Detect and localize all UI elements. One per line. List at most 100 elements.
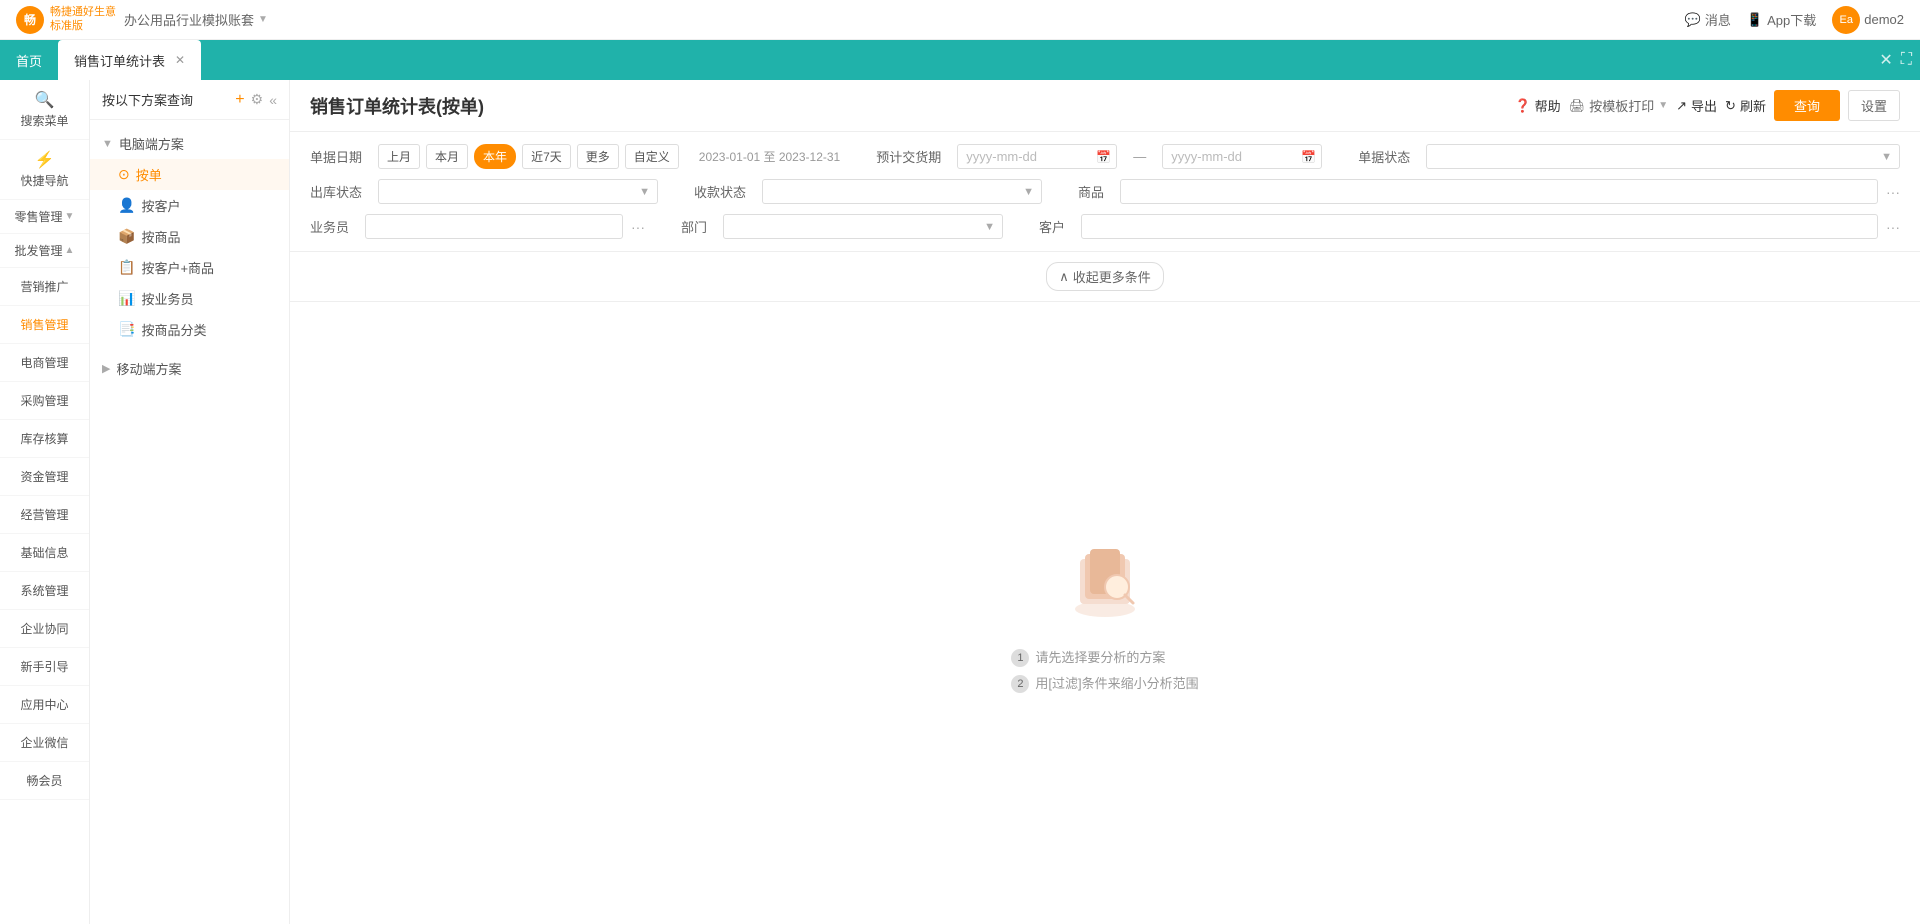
by-customer-product-icon: 📋 <box>118 259 135 276</box>
refresh-btn[interactable]: ↻ 刷新 <box>1725 96 1766 115</box>
template-print-btn[interactable]: 🖨 按模板打印 ▼ <box>1569 96 1668 115</box>
salesperson-label: 业务员 <box>310 217 349 236</box>
salesperson-more-icon[interactable]: ··· <box>631 219 645 235</box>
more-date-btn[interactable]: 更多 <box>577 144 619 169</box>
delivery-date-from: 📅 <box>957 144 1117 169</box>
sidebar-item-marketing[interactable]: 营销推广 <box>0 268 89 306</box>
scheme-by-customer[interactable]: 👤 按客户 <box>90 190 289 221</box>
scheme-by-salesperson[interactable]: 📊 按业务员 <box>90 283 289 314</box>
query-btn[interactable]: 查询 <box>1774 90 1840 121</box>
app-download-btn[interactable]: 📱 App下载 <box>1747 10 1816 29</box>
custom-date-btn[interactable]: 自定义 <box>625 144 679 169</box>
close-tab-btn[interactable]: ✕ <box>1879 50 1892 70</box>
by-product-category-icon: 📑 <box>118 321 135 338</box>
tab-sales-order-stat[interactable]: 销售订单统计表 ✕ <box>58 40 201 80</box>
payment-status-input[interactable] <box>762 179 1042 204</box>
last-month-btn[interactable]: 上月 <box>378 144 420 169</box>
top-bar-left: 畅 畅捷通好生意 标准版 办公用品行业模拟账套 ▼ <box>16 6 268 34</box>
by-product-icon: 📦 <box>118 228 135 245</box>
retail-arrow-icon: ▼ <box>65 211 75 222</box>
filter-row-2: 出库状态 ▼ 收款状态 ▼ 商品 ··· <box>310 179 1900 204</box>
setting-scheme-icon[interactable]: ⚙ <box>251 91 264 108</box>
delivery-status-label: 出库状态 <box>310 182 362 201</box>
salesperson-input[interactable] <box>365 214 623 239</box>
wholesale-arrow-icon: ▲ <box>65 245 75 256</box>
pc-scheme-arrow: ▼ <box>102 138 113 150</box>
sidebar-item-wholesale[interactable]: 批发管理 ▲ <box>0 234 89 268</box>
delivery-date-from-input[interactable] <box>957 144 1117 169</box>
department-label: 部门 <box>681 217 707 236</box>
doc-date-label: 单据日期 <box>310 147 362 166</box>
sidebar-item-enterprise-wechat[interactable]: 企业微信 <box>0 724 89 762</box>
user-avatar[interactable]: Ea demo2 <box>1832 6 1904 34</box>
delivery-date-to-input[interactable] <box>1162 144 1322 169</box>
empty-tip-1: 1 请先选择要分析的方案 <box>1011 645 1198 671</box>
tab-close-icon[interactable]: ✕ <box>175 53 185 67</box>
filter-row-3: 业务员 ··· 部门 ▼ 客户 ··· <box>310 214 1900 239</box>
department-input[interactable] <box>723 214 1003 239</box>
sidebar-item-search-menu[interactable]: 🔍 搜索菜单 <box>0 80 89 140</box>
this-year-btn[interactable]: 本年 <box>474 144 516 169</box>
expand-tab-btn[interactable]: ⛶ <box>1901 51 1912 69</box>
scheme-by-order[interactable]: ⊙ 按单 <box>90 159 289 190</box>
empty-icon <box>1055 529 1155 629</box>
scheme-by-product[interactable]: 📦 按商品 <box>90 221 289 252</box>
date-range-text: 2023-01-01 至 2023-12-31 <box>699 148 840 165</box>
message-btn[interactable]: 💬 消息 <box>1685 10 1731 29</box>
payment-status-dropdown-icon: ▼ <box>1023 186 1034 198</box>
settings-btn[interactable]: 设置 <box>1848 90 1900 121</box>
export-btn[interactable]: ↗ 导出 <box>1676 96 1717 115</box>
print-icon: 🖨 <box>1569 98 1586 114</box>
delivery-status-input[interactable] <box>378 179 658 204</box>
salesperson-field: ··· <box>365 214 645 239</box>
product-input[interactable] <box>1120 179 1878 204</box>
sidebar-item-basic-info[interactable]: 基础信息 <box>0 534 89 572</box>
system-dropdown-icon: ▼ <box>258 14 268 25</box>
doc-status-field: ▼ <box>1426 144 1900 169</box>
doc-status-label: 单据状态 <box>1358 147 1410 166</box>
sidebar-item-enterprise[interactable]: 企业协同 <box>0 610 89 648</box>
empty-tips: 1 请先选择要分析的方案 2 用[过滤]条件来缩小分析范围 <box>1011 645 1198 697</box>
sidebar-item-membership[interactable]: 畅会员 <box>0 762 89 800</box>
add-scheme-icon[interactable]: + <box>235 91 244 109</box>
sidebar-item-operations[interactable]: 经营管理 <box>0 496 89 534</box>
mobile-scheme-header[interactable]: ▶ 移动端方案 <box>90 353 289 384</box>
delivery-status-dropdown-icon: ▼ <box>639 186 650 198</box>
sidebar-item-sales[interactable]: 销售管理 <box>0 306 89 344</box>
doc-status-input[interactable] <box>1426 144 1900 169</box>
sidebar-item-app-center[interactable]: 应用中心 <box>0 686 89 724</box>
page-title: 销售订单统计表(按单) <box>310 93 484 119</box>
scheme-by-customer-product[interactable]: 📋 按客户+商品 <box>90 252 289 283</box>
sidebar-item-ecommerce[interactable]: 电商管理 <box>0 344 89 382</box>
help-btn[interactable]: ❓ 帮助 <box>1514 96 1560 115</box>
sidebar-item-system[interactable]: 系统管理 <box>0 572 89 610</box>
product-label: 商品 <box>1078 182 1104 201</box>
collapse-btn[interactable]: ∧ 收起更多条件 <box>1046 262 1164 291</box>
customer-input[interactable] <box>1081 214 1878 239</box>
sidebar-item-purchase[interactable]: 采购管理 <box>0 382 89 420</box>
by-order-icon: ⊙ <box>118 166 130 183</box>
scheme-by-product-category[interactable]: 📑 按商品分类 <box>90 314 289 345</box>
doc-status-dropdown-icon: ▼ <box>1881 151 1892 163</box>
this-month-btn[interactable]: 本月 <box>426 144 468 169</box>
sidebar-item-finance[interactable]: 资金管理 <box>0 458 89 496</box>
logo-area: 畅 畅捷通好生意 标准版 <box>16 6 116 34</box>
tab-home[interactable]: 首页 <box>0 40 58 80</box>
product-more-icon[interactable]: ··· <box>1886 184 1900 200</box>
by-salesperson-icon: 📊 <box>118 290 135 307</box>
sidebar-item-quick-nav[interactable]: ⚡ 快捷导航 <box>0 140 89 200</box>
collapse-panel-icon[interactable]: « <box>269 92 277 108</box>
top-bar-right: 💬 消息 📱 App下载 Ea demo2 <box>1685 6 1904 34</box>
pc-scheme-header[interactable]: ▼ 电脑端方案 <box>90 128 289 159</box>
sidebar-item-inventory[interactable]: 库存核算 <box>0 420 89 458</box>
delivery-status-field: ▼ <box>378 179 658 204</box>
sidebar-item-new-guide[interactable]: 新手引导 <box>0 648 89 686</box>
customer-more-icon[interactable]: ··· <box>1886 219 1900 235</box>
empty-state: 1 请先选择要分析的方案 2 用[过滤]条件来缩小分析范围 <box>290 302 1920 924</box>
search-menu-icon: 🔍 <box>35 90 55 110</box>
system-title[interactable]: 办公用品行业模拟账套 ▼ <box>124 10 268 29</box>
mobile-scheme-arrow: ▶ <box>102 362 110 375</box>
last7days-btn[interactable]: 近7天 <box>522 144 571 169</box>
sidebar-item-retail[interactable]: 零售管理 ▼ <box>0 200 89 234</box>
delivery-date-to: 📅 <box>1162 144 1322 169</box>
